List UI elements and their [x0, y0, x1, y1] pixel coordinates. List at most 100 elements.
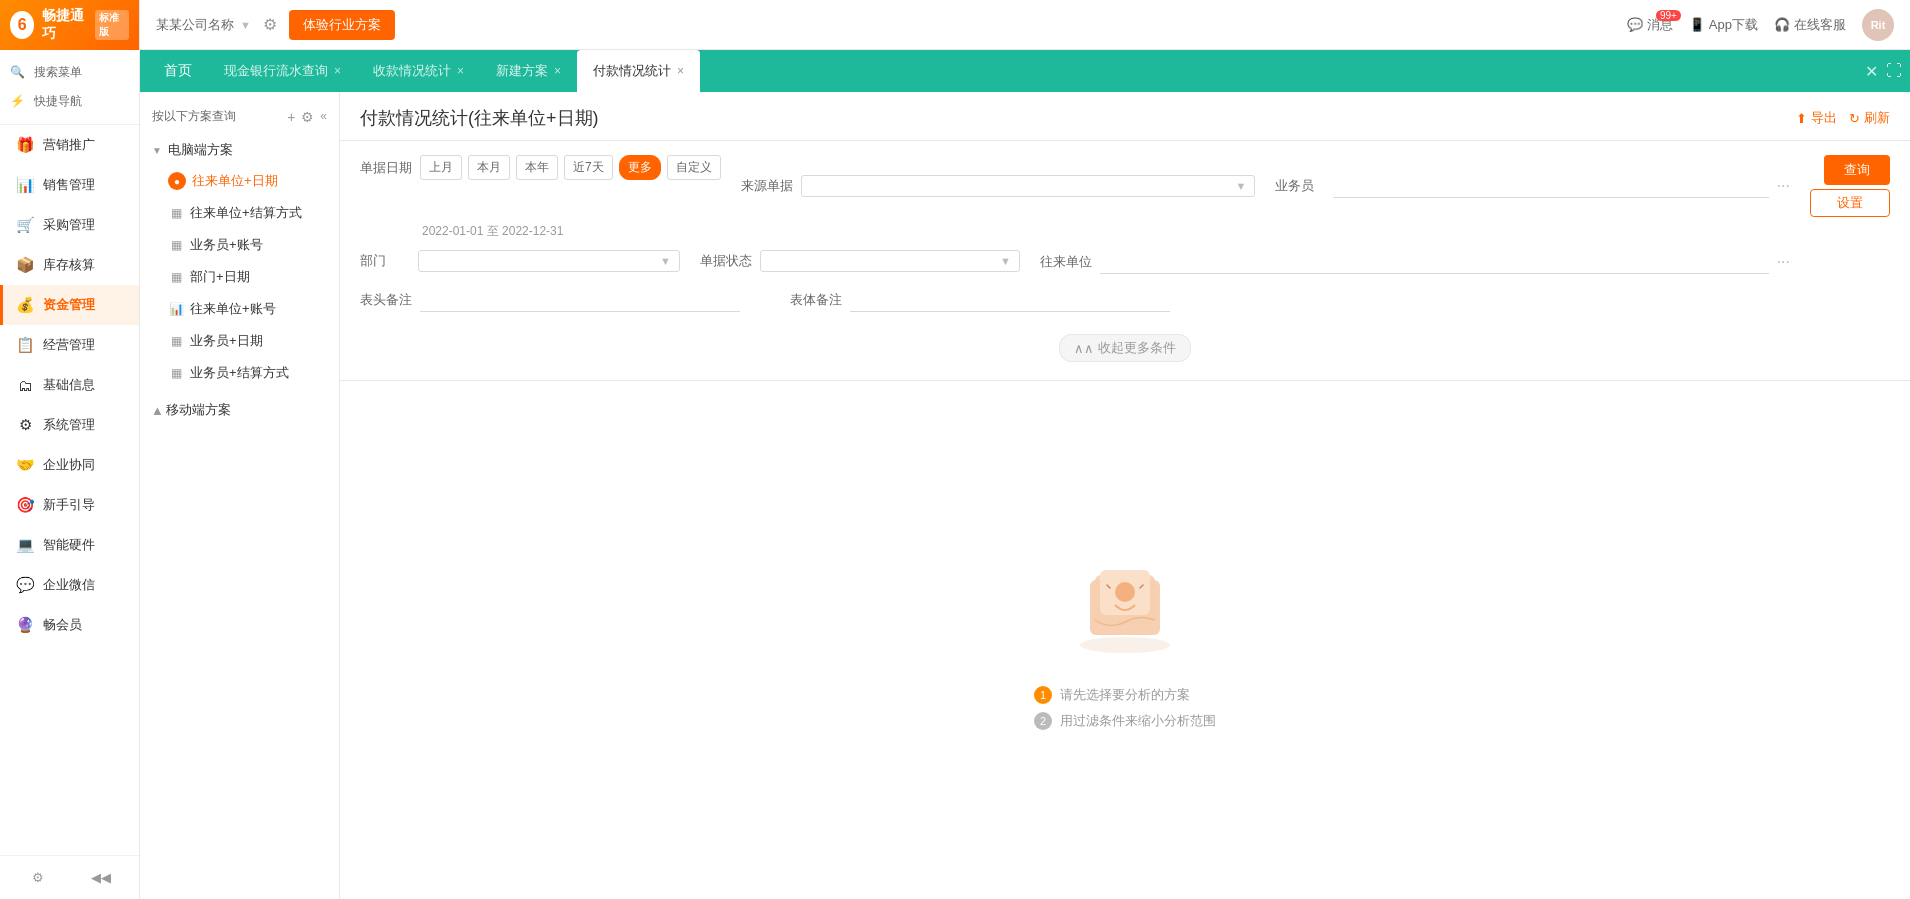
collapse-more-btn[interactable]: ∧∧ 收起更多条件 — [1059, 334, 1191, 362]
schema-icon-1: ▦ — [168, 205, 184, 221]
refresh-btn[interactable]: ↻ 刷新 — [1849, 109, 1890, 127]
date-btn-7days[interactable]: 近7天 — [564, 155, 613, 180]
settings-btn[interactable]: 设置 — [1810, 189, 1890, 217]
tab-payment[interactable]: 付款情况统计 × — [577, 50, 700, 92]
date-btn-this-month[interactable]: 本月 — [468, 155, 510, 180]
hint-num-2: 2 — [1034, 712, 1052, 730]
schema-group-pc-header[interactable]: ▼ 电脑端方案 — [140, 135, 339, 165]
doc-status-arrow: ▼ — [1000, 255, 1011, 267]
nav-item-wechat[interactable]: 💬 企业微信 — [0, 565, 139, 605]
date-btn-custom[interactable]: 自定义 — [667, 155, 721, 180]
sidebar-search-area: 🔍 搜索菜单 ⚡ 快捷导航 — [0, 50, 139, 125]
schema-icon-2: ▦ — [168, 237, 184, 253]
left-panel: 按以下方案查询 + ⚙ « ▼ 电脑端方案 ● 往来单位+日期 — [140, 92, 340, 899]
logo-icon: 6 — [10, 11, 34, 39]
salesperson-ellipsis[interactable]: ··· — [1777, 177, 1790, 195]
version-badge: 标准版 — [95, 10, 129, 40]
tab-close-all-btn[interactable]: ✕ — [1865, 62, 1878, 81]
schema-group-mobile-header[interactable]: ▶ 移动端方案 — [140, 395, 339, 425]
schema-item-counterpart-date[interactable]: ● 往来单位+日期 — [140, 165, 339, 197]
quick-nav-label: 快捷导航 — [34, 93, 82, 110]
schema-item-counterpart-account[interactable]: 📊 往来单位+账号 — [140, 293, 339, 325]
marketing-icon: 🎁 — [15, 135, 35, 155]
body-note-input[interactable] — [850, 288, 1170, 312]
refresh-icon: ↻ — [1849, 111, 1860, 126]
tab-payment-label: 付款情况统计 — [593, 62, 671, 80]
basic-icon: 🗂 — [15, 375, 35, 395]
schema-item-counterpart-settlement[interactable]: ▦ 往来单位+结算方式 — [140, 197, 339, 229]
sidebar-collapse-btn[interactable]: ◀◀ — [72, 864, 132, 891]
user-avatar[interactable]: Rit — [1862, 9, 1894, 41]
nav-label-marketing: 营销推广 — [43, 136, 95, 154]
tab-new-plan-label: 新建方案 — [496, 62, 548, 80]
nav-item-marketing[interactable]: 🎁 营销推广 — [0, 125, 139, 165]
nav-item-inventory[interactable]: 📦 库存核算 — [0, 245, 139, 285]
sidebar-nav: 🎁 营销推广 📊 销售管理 🛒 采购管理 📦 库存核算 💰 资金管理 📋 经营管… — [0, 125, 139, 855]
schema-item-salesperson-date[interactable]: ▦ 业务员+日期 — [140, 325, 339, 357]
counterpart-ellipsis[interactable]: ··· — [1777, 253, 1790, 271]
source-doc-select[interactable]: ▼ — [801, 175, 1256, 197]
nav-item-guide[interactable]: 🎯 新手引导 — [0, 485, 139, 525]
date-btn-last-month[interactable]: 上月 — [420, 155, 462, 180]
tab-bank[interactable]: 现金银行流水查询 × — [208, 50, 357, 92]
app-download-btn[interactable]: 📱 App下载 — [1689, 16, 1758, 34]
company-selector[interactable]: 某某公司名称 ▼ — [156, 16, 251, 34]
add-schema-btn[interactable]: + — [287, 109, 295, 125]
trial-btn[interactable]: 体验行业方案 — [289, 10, 395, 40]
schema-settings-btn[interactable]: ⚙ — [301, 109, 314, 125]
doc-date-label: 单据日期 — [360, 159, 412, 177]
corp-icon: 🤝 — [15, 455, 35, 475]
quick-nav-item[interactable]: ⚡ 快捷导航 — [10, 87, 129, 116]
schema-item-salesperson-account[interactable]: ▦ 业务员+账号 — [140, 229, 339, 261]
sidebar-settings-btn[interactable]: ⚙ — [8, 864, 68, 891]
filter-row-3: 表头备注 表体备注 — [360, 288, 1890, 312]
search-menu-item[interactable]: 🔍 搜索菜单 — [10, 58, 129, 87]
export-label: 导出 — [1811, 109, 1837, 127]
nav-item-corp[interactable]: 🤝 企业协同 — [0, 445, 139, 485]
schema-item-label-counterpart-date: 往来单位+日期 — [192, 172, 278, 190]
tab-home[interactable]: 首页 — [148, 50, 208, 92]
export-btn[interactable]: ⬆ 导出 — [1796, 109, 1837, 127]
tab-expand-btn[interactable]: ⛶ — [1886, 62, 1902, 80]
search-icon: 🔍 — [10, 65, 26, 81]
tab-payment-close[interactable]: × — [677, 64, 684, 78]
filter-salesperson: 业务员 ··· — [1275, 174, 1790, 198]
schema-item-dept-date[interactable]: ▦ 部门+日期 — [140, 261, 339, 293]
schema-item-salesperson-settlement[interactable]: ▦ 业务员+结算方式 — [140, 357, 339, 389]
left-panel-title: 按以下方案查询 — [152, 108, 236, 125]
main-area: 某某公司名称 ▼ ⚙ 体验行业方案 💬 消息 99+ 📱 App下载 🎧 在线客… — [140, 0, 1910, 899]
nav-item-member[interactable]: 🔮 畅会员 — [0, 605, 139, 645]
doc-status-select[interactable]: ▼ — [760, 250, 1020, 272]
tab-new-plan[interactable]: 新建方案 × — [480, 50, 577, 92]
nav-item-purchase[interactable]: 🛒 采购管理 — [0, 205, 139, 245]
salesperson-input[interactable] — [1333, 174, 1768, 198]
online-service-btn[interactable]: 🎧 在线客服 — [1774, 16, 1846, 34]
tab-receipt-close[interactable]: × — [457, 64, 464, 78]
tab-new-plan-close[interactable]: × — [554, 64, 561, 78]
sidebar-header: 6 畅捷通巧 标准版 — [0, 0, 139, 50]
department-select[interactable]: ▼ — [418, 250, 680, 272]
topbar-settings-icon[interactable]: ⚙ — [263, 15, 277, 34]
query-btn[interactable]: 查询 — [1824, 155, 1890, 185]
nav-label-inventory: 库存核算 — [43, 256, 95, 274]
nav-item-sales[interactable]: 📊 销售管理 — [0, 165, 139, 205]
tabbar: 首页 现金银行流水查询 × 收款情况统计 × 新建方案 × 付款情况统计 × ✕… — [140, 50, 1910, 92]
header-note-input[interactable] — [420, 288, 740, 312]
nav-item-operation[interactable]: 📋 经营管理 — [0, 325, 139, 365]
tab-bank-close[interactable]: × — [334, 64, 341, 78]
nav-item-hardware[interactable]: 💻 智能硬件 — [0, 525, 139, 565]
nav-item-basic[interactable]: 🗂 基础信息 — [0, 365, 139, 405]
collapse-bar: ∧∧ 收起更多条件 — [360, 326, 1890, 366]
lightning-icon: ⚡ — [10, 94, 26, 110]
counterpart-input[interactable] — [1100, 250, 1769, 274]
nav-item-capital[interactable]: 💰 资金管理 — [0, 285, 139, 325]
schema-item-label-6: 业务员+结算方式 — [190, 364, 289, 382]
nav-label-basic: 基础信息 — [43, 376, 95, 394]
nav-item-system[interactable]: ⚙ 系统管理 — [0, 405, 139, 445]
message-btn[interactable]: 💬 消息 99+ — [1627, 16, 1673, 34]
date-btn-more[interactable]: 更多 — [619, 155, 661, 180]
member-icon: 🔮 — [15, 615, 35, 635]
tab-receipt[interactable]: 收款情况统计 × — [357, 50, 480, 92]
date-btn-this-year[interactable]: 本年 — [516, 155, 558, 180]
panel-collapse-btn[interactable]: « — [320, 109, 327, 125]
